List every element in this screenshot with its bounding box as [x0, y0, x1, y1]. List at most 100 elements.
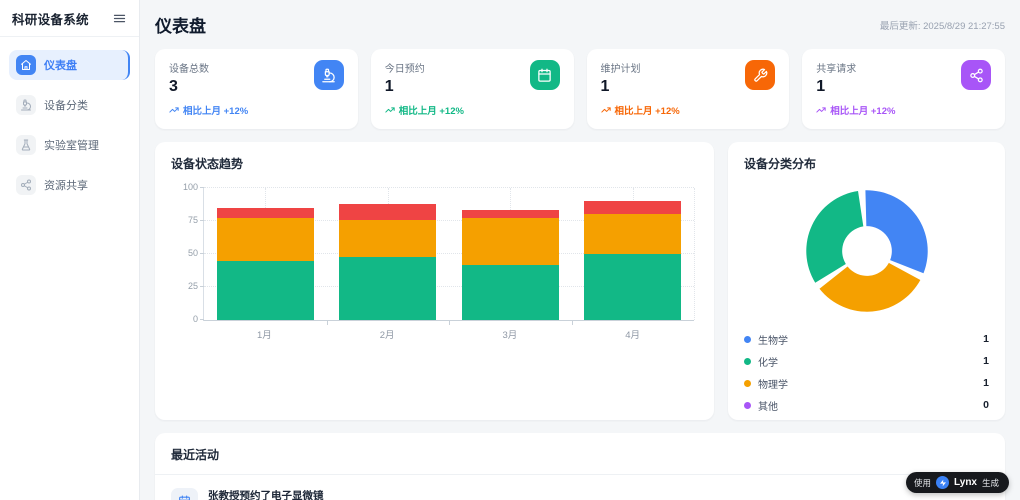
home-icon: [21, 60, 31, 70]
donut-slice-生物学[interactable]: [864, 190, 928, 274]
share-icon: [961, 60, 991, 90]
calendar-icon: [529, 60, 560, 90]
app-root: 科研设备系统 仪表盘设备分类实验室管理资源共享 仪表盘 最后更新: 2025/8…: [0, 0, 1020, 500]
bar-segment-red-segment[interactable]: [584, 201, 682, 215]
bar-segment-amber-segment[interactable]: [584, 214, 682, 254]
badge-suffix: 生成: [981, 477, 999, 488]
main-content: 仪表盘 最后更新: 2025/8/29 21:27:55 设备总数 3 相比上月…: [140, 0, 1020, 500]
stat-trend-label: 相比上月 +12%: [398, 106, 464, 117]
stat-card-top: 今日预约 1: [385, 60, 560, 96]
sidebar-item-label: 资源共享: [44, 180, 88, 192]
activity-item[interactable]: 张教授预约了电子显微镜 10分钟前: [171, 488, 989, 500]
page-title: 仪表盘: [155, 17, 206, 36]
home-icon: [16, 55, 36, 75]
badge-brand: Lynx: [954, 477, 977, 488]
microscope-icon: [21, 99, 31, 111]
legend-value: 1: [983, 355, 989, 367]
trend-up-icon: [169, 107, 179, 113]
page-header: 仪表盘 最后更新: 2025/8/29 21:27:55: [155, 12, 1005, 37]
calendar-icon: [171, 488, 198, 500]
recent-activity-card: 最近活动 张教授预约了电子显微镜 10分钟前: [155, 433, 1005, 500]
lynx-generated-badge[interactable]: 使用 Lynx 生成: [906, 472, 1009, 493]
app-title: 科研设备系统: [12, 12, 89, 27]
legend-row-其他[interactable]: 其他 0: [744, 394, 989, 416]
y-axis-tick-label: 75: [187, 215, 198, 225]
legend-label: 生物学: [758, 335, 788, 347]
sidebar: 科研设备系统 仪表盘设备分类实验室管理资源共享: [0, 0, 140, 500]
legend-row-物理学[interactable]: 物理学 1: [744, 372, 989, 394]
bar-chart-plot: 0 25 50 75 100: [183, 182, 695, 325]
bar-segment-red-segment[interactable]: [339, 203, 437, 220]
stat-card-top: 设备总数 3: [169, 60, 344, 96]
sidebar-item-label: 设备分类: [44, 100, 88, 112]
x-axis-tick: [571, 320, 573, 325]
bar-segment-green-segment[interactable]: [584, 254, 682, 320]
stat-card-设备总数: 设备总数 3 相比上月 +12%: [155, 49, 358, 129]
bar-segment-red-segment[interactable]: [461, 210, 559, 219]
stat-label: 共享请求: [816, 64, 857, 75]
charts-row: 设备状态趋势 0 25 50 75 100 1月 2月 3月 4月 设备分类分布 生物学 1 化…: [155, 142, 1005, 420]
bar-group-4月: [572, 188, 695, 320]
trend-up-icon: [816, 107, 826, 113]
flask-icon: [21, 139, 31, 151]
sidebar-item-仪表盘[interactable]: 仪表盘: [9, 50, 130, 80]
stat-card-top: 共享请求 1: [816, 60, 991, 96]
equipment-status-trend-card: 设备状态趋势 0 25 50 75 100 1月 2月 3月 4月: [155, 142, 714, 420]
y-axis-tick-label: 50: [187, 248, 198, 258]
share-icon: [21, 179, 31, 191]
stat-value: 1: [384, 78, 394, 95]
stat-trend: 相比上月 +12%: [385, 103, 560, 117]
sidebar-header: 科研设备系统: [0, 0, 139, 37]
trend-up-icon: [600, 107, 611, 113]
legend-left: 物理学: [744, 376, 788, 391]
calendar-icon: [179, 495, 190, 500]
bar-segment-red-segment[interactable]: [216, 207, 314, 219]
x-axis-tick-label: 1月: [256, 330, 272, 341]
bar-segment-amber-segment[interactable]: [461, 218, 559, 265]
activity-text: 张教授预约了电子显微镜: [208, 490, 324, 500]
trend-up-icon: [385, 107, 395, 113]
sidebar-item-实验室管理[interactable]: 实验室管理: [9, 130, 130, 160]
stat-trend: 相比上月 +12%: [600, 103, 776, 117]
stat-label: 维护计划: [600, 64, 641, 75]
sidebar-item-设备分类[interactable]: 设备分类: [9, 90, 130, 120]
legend-row-化学[interactable]: 化学 1: [744, 350, 989, 372]
legend-value: 1: [983, 377, 989, 389]
x-axis-tick-label: 2月: [379, 330, 395, 341]
bar-segment-amber-segment[interactable]: [339, 219, 437, 257]
share-icon: [16, 175, 36, 195]
donut-slice-化学[interactable]: [805, 190, 863, 283]
stat-cards-row: 设备总数 3 相比上月 +12% 今日预约 1 相比上月 +12% 维护计划 1: [155, 49, 1005, 129]
legend-value: 1: [983, 333, 989, 345]
stat-trend-label: 相比上月 +12%: [830, 106, 896, 117]
bar-segment-green-segment[interactable]: [216, 260, 314, 320]
legend-label: 化学: [758, 357, 778, 369]
bar-chart-title: 设备状态趋势: [171, 157, 244, 171]
bar-segment-green-segment[interactable]: [339, 256, 437, 320]
bar-group-2月: [327, 188, 450, 320]
stat-label: 今日预约: [384, 64, 425, 75]
legend-row-生物学[interactable]: 生物学 1: [744, 328, 989, 350]
bar-chart: 0 25 50 75 100 1月 2月 3月 4月: [171, 182, 698, 341]
sidebar-item-label: 实验室管理: [44, 140, 99, 152]
stat-trend: 相比上月 +12%: [169, 103, 344, 117]
legend-dot-icon: [744, 335, 751, 343]
legend-left: 其他: [744, 398, 778, 413]
stat-label: 设备总数: [169, 64, 209, 75]
lynx-logo-icon: [936, 476, 950, 489]
bar-series: [204, 188, 694, 320]
microscope-icon: [322, 68, 335, 82]
bar-segment-amber-segment[interactable]: [216, 218, 314, 261]
menu-toggle-button[interactable]: [112, 11, 127, 26]
sidebar-item-资源共享[interactable]: 资源共享: [9, 170, 130, 200]
bar-segment-green-segment[interactable]: [461, 264, 559, 320]
wrench-icon: [754, 68, 768, 82]
activity-texts: 张教授预约了电子显微镜 10分钟前: [208, 488, 324, 500]
donut-legend: 生物学 1 化学 1 物理学 1 其他 0: [744, 328, 989, 416]
legend-value: 0: [983, 399, 989, 411]
last-updated-text: 最后更新: 2025/8/29 21:27:55: [879, 20, 1005, 32]
badge-prefix: 使用: [914, 477, 932, 488]
menu-icon: [113, 14, 126, 22]
y-axis-tick-label: 0: [192, 314, 198, 324]
x-axis-tick: [326, 320, 328, 325]
